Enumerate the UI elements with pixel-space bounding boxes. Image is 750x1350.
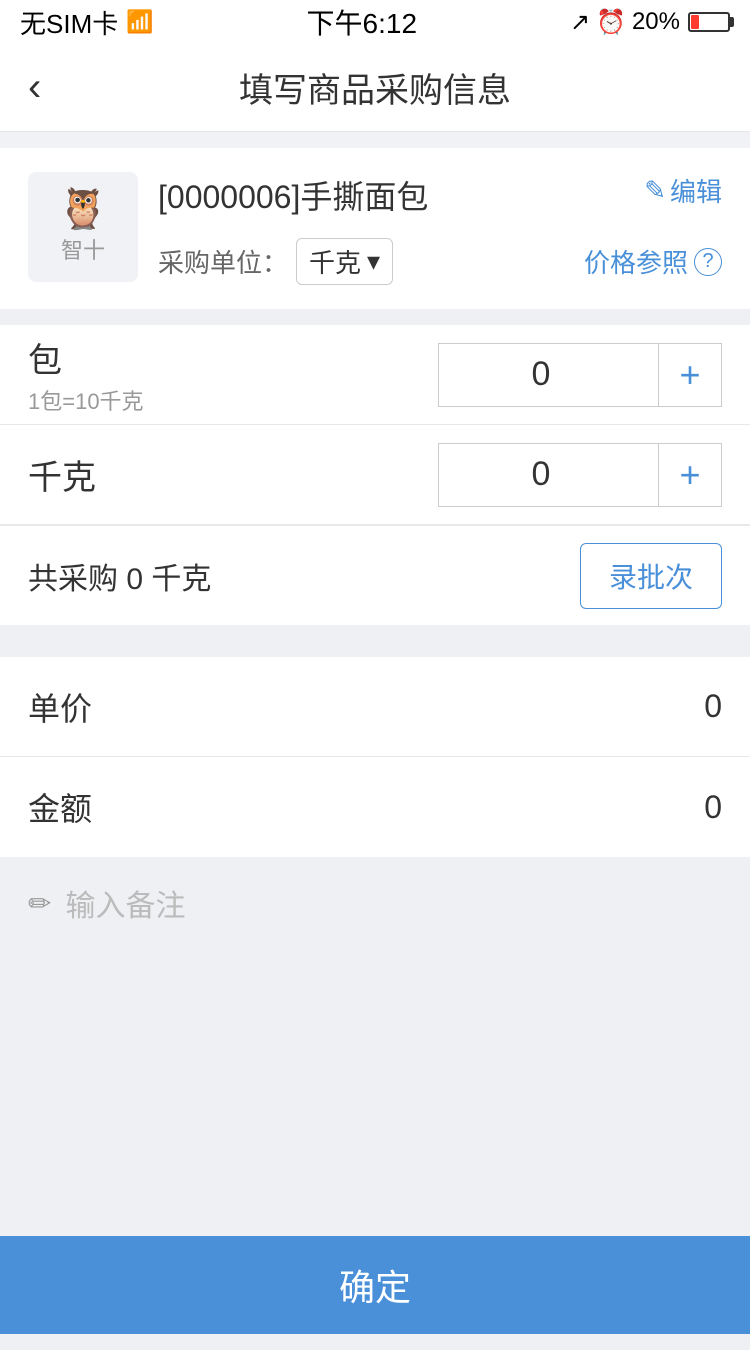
amount-value: 0 — [704, 789, 722, 826]
product-info: [0000006]手撕面包 ✎ 编辑 采购单位： 千克 ▾ 价格参照 ? — [158, 172, 722, 285]
edit-icon: ✎ — [644, 175, 666, 206]
nav-bar: ‹ 填写商品采购信息 — [0, 44, 750, 132]
unit-value: 千克 — [309, 243, 361, 280]
wifi-icon: 📶 — [126, 9, 153, 35]
unit-price-value: 0 — [704, 688, 722, 725]
bag-sub-label: 1包=10千克 — [28, 384, 144, 416]
section-divider-1 — [0, 309, 750, 325]
alarm-icon: ⏰ — [596, 8, 626, 37]
kg-input-row: 千克 + — [0, 425, 750, 525]
purchase-unit-row: 采购单位： 千克 ▾ 价格参照 ? — [158, 238, 722, 285]
unit-prefix-label: 采购单位： — [158, 243, 288, 280]
amount-row: 金额 0 — [0, 757, 750, 857]
confirm-button[interactable]: 确定 — [0, 1236, 750, 1334]
unit-price-row: 单价 0 — [0, 657, 750, 757]
product-name: [0000006]手撕面包 — [158, 172, 428, 218]
battery-icon — [688, 12, 730, 32]
help-icon: ? — [694, 248, 722, 276]
kg-main-label: 千克 — [28, 450, 96, 499]
battery-percent: 20% — [632, 8, 680, 36]
product-logo-icon: 🦉 — [58, 189, 108, 229]
input-section: 包 1包=10千克 + 千克 + 共采购 0 千克 录批次 — [0, 325, 750, 625]
amount-label: 金额 — [28, 784, 92, 830]
page-title: 填写商品采购信息 — [239, 63, 511, 112]
location-icon: ↗ — [570, 8, 590, 37]
kg-quantity-input[interactable] — [438, 443, 658, 507]
remark-placeholder: 输入备注 — [65, 881, 185, 925]
record-batch-button[interactable]: 录批次 — [580, 543, 722, 609]
bag-quantity-input[interactable] — [438, 343, 658, 407]
kg-label-group: 千克 — [28, 450, 96, 499]
carrier-label: 无SIM卡 — [20, 4, 118, 41]
bag-plus-button[interactable]: + — [658, 343, 722, 407]
total-row: 共采购 0 千克 录批次 — [0, 525, 750, 625]
product-header: [0000006]手撕面包 ✎ 编辑 — [158, 172, 722, 218]
kg-plus-button[interactable]: + — [658, 443, 722, 507]
edit-button[interactable]: ✎ 编辑 — [644, 172, 722, 209]
pencil-icon: ✏ — [28, 887, 51, 920]
unit-price-label: 单价 — [28, 684, 92, 730]
status-right: ↗ ⏰ 20% — [570, 8, 730, 37]
remark-section[interactable]: ✏ 输入备注 — [0, 857, 750, 949]
product-brand: 智十 — [61, 233, 105, 265]
status-left: 无SIM卡 📶 — [20, 4, 154, 41]
bag-input-control: + — [438, 343, 722, 407]
total-label: 共采购 0 千克 — [28, 554, 211, 598]
status-time: 下午6:12 — [307, 2, 418, 42]
confirm-label: 确定 — [339, 1259, 411, 1311]
bag-input-row: 包 1包=10千克 + — [0, 325, 750, 425]
section-divider-2 — [0, 625, 750, 641]
main-content: 🦉 智十 [0000006]手撕面包 ✎ 编辑 采购单位： 千克 ▾ — [0, 148, 750, 1350]
product-thumbnail: 🦉 智十 — [28, 172, 138, 282]
price-reference-button[interactable]: 价格参照 ? — [584, 243, 722, 280]
status-bar: 无SIM卡 📶 下午6:12 ↗ ⏰ 20% — [0, 0, 750, 44]
product-card: 🦉 智十 [0000006]手撕面包 ✎ 编辑 采购单位： 千克 ▾ — [0, 148, 750, 309]
back-button[interactable]: ‹ — [28, 65, 41, 110]
bag-label-group: 包 1包=10千克 — [28, 333, 144, 416]
kg-input-control: + — [438, 443, 722, 507]
bag-main-label: 包 — [28, 333, 144, 382]
unit-select[interactable]: 千克 ▾ — [296, 238, 393, 285]
dropdown-icon: ▾ — [367, 246, 380, 277]
price-section: 单价 0 金额 0 — [0, 657, 750, 857]
page-spacer — [0, 949, 750, 1149]
